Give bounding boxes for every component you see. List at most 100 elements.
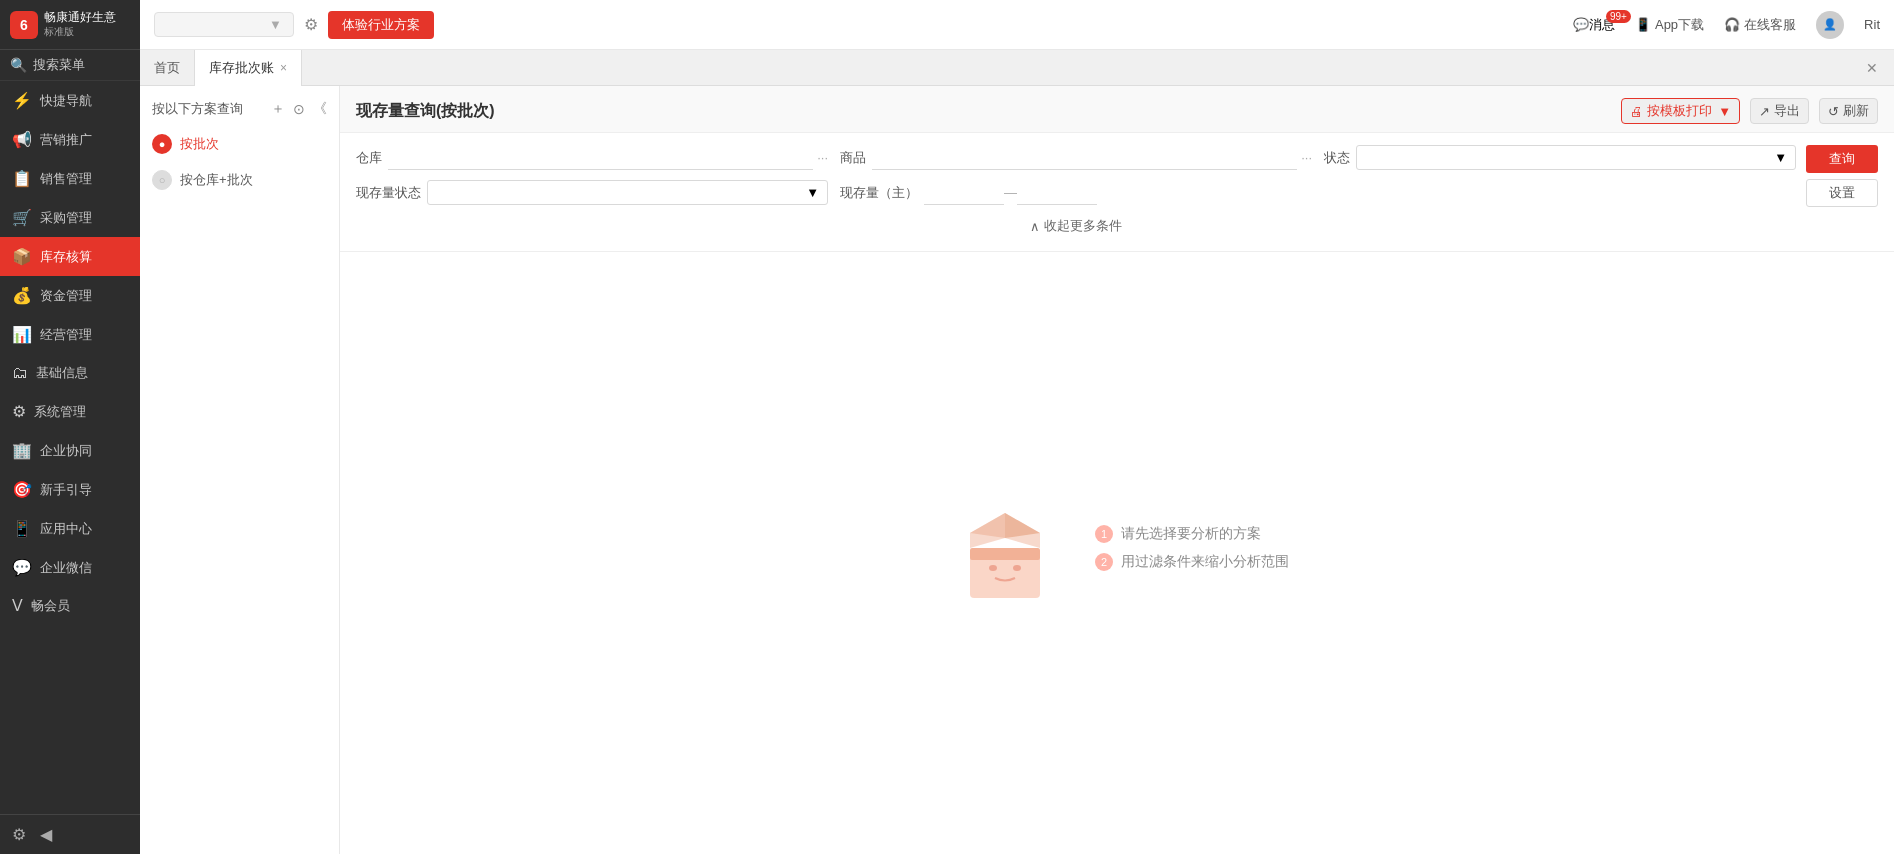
filter-row-2: 现存量状态 ▼ 现存量（主） — [356,180,1796,205]
inventory-qty-to[interactable] [1017,181,1097,205]
tab-home[interactable]: 首页 [140,50,195,86]
step-1-num: 1 [1095,525,1113,543]
sidebar-settings-icon[interactable]: ⚙ [12,825,26,844]
add-scheme-icon[interactable]: ＋ [271,100,285,118]
topbar: ▼ ⚙ 体验行业方案 💬 消息 99+ 📱 App下载 🎧 在线客服 👤 Rit [140,0,1894,50]
print-dropdown-icon[interactable]: ▼ [1718,104,1731,119]
tab-inventory-batch[interactable]: 库存批次账 × [195,50,302,86]
step-2-num: 2 [1095,553,1113,571]
sidebar-search[interactable]: 🔍 搜索菜单 [0,50,140,81]
refresh-icon: ↺ [1828,104,1839,119]
trial-button[interactable]: 体验行业方案 [328,11,434,39]
left-panel-actions: ＋ ⊙ 《 [271,100,327,118]
service-label: 在线客服 [1744,16,1796,34]
tab-close-icon[interactable]: × [280,61,287,75]
sidebar-item-vip[interactable]: V 畅会员 [0,587,140,625]
sidebar-item-label: 采购管理 [40,209,92,227]
svg-point-5 [989,565,997,571]
left-panel: 按以下方案查询 ＋ ⊙ 《 ● 按批次 ○ 按仓库+批次 [140,86,340,854]
query-button[interactable]: 查询 [1806,145,1878,173]
sidebar-item-label: 新手引导 [40,481,92,499]
sidebar-item-basics[interactable]: 🗂 基础信息 [0,354,140,392]
sidebar-item-system[interactable]: ⚙ 系统管理 [0,392,140,431]
scheme-item-batch[interactable]: ● 按批次 [140,126,339,162]
finance-icon: 💰 [12,286,32,305]
settings-scheme-icon[interactable]: ⊙ [293,101,305,117]
scheme-item-warehouse-batch[interactable]: ○ 按仓库+批次 [140,162,339,198]
tab-active-label: 库存批次账 [209,59,274,77]
print-label: 按模板打印 [1647,102,1712,120]
apps-icon: 📱 [12,519,32,538]
export-button[interactable]: ↗ 导出 [1750,98,1809,124]
inventory-status-label: 现存量状态 [356,184,421,202]
content-area: 按以下方案查询 ＋ ⊙ 《 ● 按批次 ○ 按仓库+批次 现存量查询(按批次) [140,86,1894,854]
sidebar-item-quicknav[interactable]: ⚡ 快捷导航 [0,81,140,120]
tabs-bar-close-icon[interactable]: ✕ [1866,60,1878,76]
status-label: 状态 [1324,149,1350,167]
scheme-label-warehouse-batch: 按仓库+批次 [180,171,253,189]
sidebar-item-enterprise[interactable]: 🏢 企业协同 [0,431,140,470]
sidebar-item-label: 经营管理 [40,326,92,344]
empty-step-1: 1 请先选择要分析的方案 [1095,525,1289,543]
topbar-app-download[interactable]: 📱 App下载 [1635,16,1704,34]
sidebar-item-label: 快捷导航 [40,92,92,110]
user-avatar[interactable]: 👤 [1816,11,1844,39]
sidebar-item-operations[interactable]: 📊 经营管理 [0,315,140,354]
warehouse-input[interactable] [388,146,813,170]
topbar-gear-icon[interactable]: ⚙ [304,15,318,34]
sidebar-item-marketing[interactable]: 📢 营销推广 [0,120,140,159]
sidebar-item-guide[interactable]: 🎯 新手引导 [0,470,140,509]
topbar-search-area[interactable]: ▼ [154,12,294,37]
inventory-qty-from[interactable] [924,181,1004,205]
collapse-row[interactable]: ∧ 收起更多条件 [356,213,1796,239]
collapse-scheme-icon[interactable]: 《 [313,100,327,118]
page-title: 现存量查询(按批次) [356,101,495,122]
scheme-label-batch: 按批次 [180,135,219,153]
warehouse-dots[interactable]: ··· [817,150,828,165]
main: ▼ ⚙ 体验行业方案 💬 消息 99+ 📱 App下载 🎧 在线客服 👤 Rit [140,0,1894,854]
basics-icon: 🗂 [12,364,28,382]
product-dots[interactable]: ··· [1301,150,1312,165]
product-input[interactable] [872,146,1297,170]
sidebar-item-label: 库存核算 [40,248,92,266]
right-main: 现存量查询(按批次) 🖨 按模板打印 ▼ ↗ 导出 ↺ 刷新 [340,86,1894,854]
wechat-icon: 💬 [12,558,32,577]
filter-status: 状态 ▼ [1324,145,1796,170]
sidebar-item-finance[interactable]: 💰 资金管理 [0,276,140,315]
collapse-icon: ∧ [1030,219,1040,234]
topbar-online-service[interactable]: 🎧 在线客服 [1724,16,1796,34]
svg-point-6 [1013,565,1021,571]
inventory-status-arrow: ▼ [806,185,819,200]
sidebar-item-sales[interactable]: 📋 销售管理 [0,159,140,198]
sidebar-item-label: 资金管理 [40,287,92,305]
settings-button[interactable]: 设置 [1806,179,1878,207]
topbar-dropdown-icon[interactable]: ▼ [269,17,282,32]
action-buttons: 查询 设置 [1806,145,1878,207]
topbar-message[interactable]: 💬 消息 99+ [1573,16,1615,34]
topbar-search-input[interactable] [165,17,265,32]
sidebar-footer: ⚙ ◀ [0,814,140,854]
print-button[interactable]: 🖨 按模板打印 ▼ [1621,98,1740,124]
operations-icon: 📊 [12,325,32,344]
username[interactable]: Rit [1864,17,1880,32]
sidebar-header: 6 畅康通好生意 标准版 [0,0,140,50]
sidebar-item-inventory[interactable]: 📦 库存核算 [0,237,140,276]
vip-icon: V [12,597,23,615]
message-icon: 💬 [1573,17,1589,32]
inventory-status-select[interactable]: ▼ [427,180,828,205]
tabs-bar: 首页 库存批次账 × ✕ [140,50,1894,86]
service-icon: 🎧 [1724,17,1740,32]
sidebar-item-wechat[interactable]: 💬 企业微信 [0,548,140,587]
status-select[interactable]: ▼ [1356,145,1796,170]
sidebar-item-label: 企业协同 [40,442,92,460]
filter-area: 仓库 ··· 商品 ··· 状态 [340,133,1894,252]
topbar-right: 💬 消息 99+ 📱 App下载 🎧 在线客服 👤 Rit [1573,11,1880,39]
quicknav-icon: ⚡ [12,91,32,110]
sidebar-collapse-icon[interactable]: ◀ [40,825,52,844]
sidebar-edition: 标准版 [44,25,116,39]
sidebar-item-apps[interactable]: 📱 应用中心 [0,509,140,548]
sidebar-item-purchase[interactable]: 🛒 采购管理 [0,198,140,237]
enterprise-icon: 🏢 [12,441,32,460]
refresh-button[interactable]: ↺ 刷新 [1819,98,1878,124]
sidebar: 6 畅康通好生意 标准版 🔍 搜索菜单 ⚡ 快捷导航 📢 营销推广 📋 销售管理… [0,0,140,854]
